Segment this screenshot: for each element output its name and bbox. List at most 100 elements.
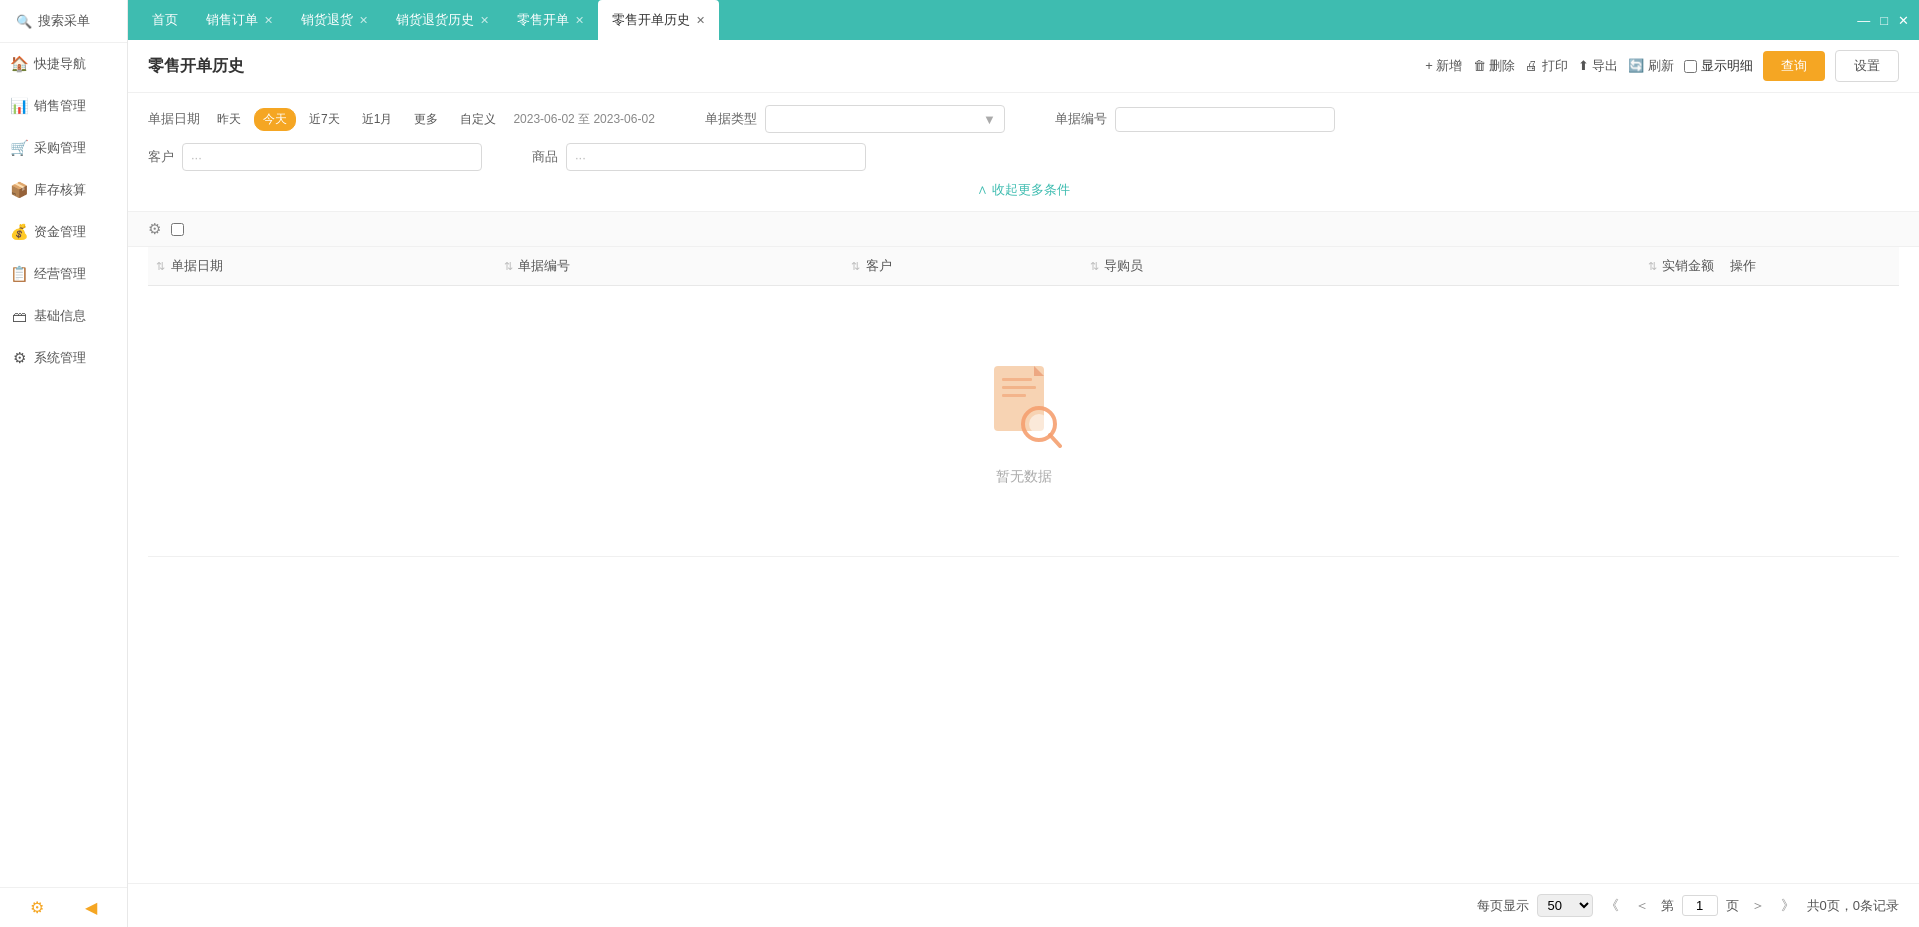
empty-state-cell: 暂无数据 — [148, 286, 1899, 557]
delete-button[interactable]: 🗑 删除 — [1473, 57, 1516, 75]
sidebar-search-label: 搜索采单 — [38, 12, 90, 30]
sort-icon-customer[interactable]: ⇅ — [851, 260, 860, 272]
refresh-button[interactable]: 🔄 刷新 — [1628, 57, 1674, 75]
sidebar-item-label-inventory: 库存核算 — [34, 181, 86, 199]
table-toolbar: ⚙ — [128, 212, 1919, 247]
tab-sales-return[interactable]: 销货退货 ✕ — [287, 0, 382, 40]
filter-type-item: 单据类型 ▼ — [705, 105, 1005, 133]
date-btn-today[interactable]: 今天 — [254, 108, 296, 131]
tab-sales-return-history-label: 销货退货历史 — [396, 11, 474, 29]
table-gear-icon[interactable]: ⚙ — [148, 220, 161, 238]
tab-sales-return-history[interactable]: 销货退货历史 ✕ — [382, 0, 503, 40]
sidebar-item-inventory[interactable]: 📦 库存核算 — [0, 169, 127, 211]
clipboard-icon: 📋 — [10, 265, 28, 283]
filter-customer-label: 客户 — [148, 148, 174, 166]
show-detail-checkbox[interactable] — [1684, 60, 1697, 73]
per-page-label: 每页显示 — [1477, 897, 1529, 915]
date-btn-last-month[interactable]: 近1月 — [353, 108, 402, 131]
sidebar-bottom: ⚙ ◀ — [0, 887, 127, 927]
sort-icon-salesperson[interactable]: ⇅ — [1090, 260, 1099, 272]
sidebar-item-label-finance: 资金管理 — [34, 223, 86, 241]
window-minimize-btn[interactable]: — — [1857, 13, 1870, 28]
prev-page-btn[interactable]: ＜ — [1631, 895, 1653, 917]
pagination: 每页显示 50 10 20 100 《 ＜ 第 页 ＞ 》 共0页，0条记录 — [128, 883, 1919, 927]
sidebar-item-base-info[interactable]: 🗃 基础信息 — [0, 295, 127, 337]
date-btn-last7[interactable]: 近7天 — [300, 108, 349, 131]
filter-date-btns: 昨天 今天 近7天 近1月 更多 自定义 — [208, 108, 505, 131]
sidebar-item-label-quick-nav: 快捷导航 — [34, 55, 86, 73]
tab-retail-open-history-label: 零售开单历史 — [612, 11, 690, 29]
filter-customer-item: 客户 ··· — [148, 143, 482, 171]
sort-icon-date[interactable]: ⇅ — [156, 260, 165, 272]
show-detail-label: 显示明细 — [1701, 57, 1753, 75]
tab-sales-order[interactable]: 销售订单 ✕ — [192, 0, 287, 40]
tab-home-label: 首页 — [152, 11, 178, 29]
page-title: 零售开单历史 — [148, 56, 244, 77]
last-page-btn[interactable]: 》 — [1777, 895, 1799, 917]
date-btn-more[interactable]: 更多 — [405, 108, 447, 131]
tab-home[interactable]: 首页 — [138, 0, 192, 40]
chart-icon: 📊 — [10, 97, 28, 115]
query-button[interactable]: 查询 — [1763, 51, 1825, 81]
print-button[interactable]: 🖨 打印 — [1525, 57, 1568, 75]
tab-sales-order-close[interactable]: ✕ — [264, 14, 273, 27]
content-area: 零售开单历史 + 新增 🗑 删除 🖨 打印 ⬆ 导出 🔄 刷新 显示明细 查询 … — [128, 40, 1919, 927]
show-detail-checkbox-label[interactable]: 显示明细 — [1684, 57, 1753, 75]
tab-sales-return-label: 销货退货 — [301, 11, 353, 29]
search-icon: 🔍 — [16, 14, 32, 29]
sidebar-item-system-mgmt[interactable]: ⚙ 系统管理 — [0, 337, 127, 379]
sidebar-item-operations[interactable]: 📋 经营管理 — [0, 253, 127, 295]
tab-retail-open-label: 零售开单 — [517, 11, 569, 29]
tab-retail-open-close[interactable]: ✕ — [575, 14, 584, 27]
sidebar-item-finance[interactable]: 💰 资金管理 — [0, 211, 127, 253]
sidebar-item-label-system: 系统管理 — [34, 349, 86, 367]
home-icon: 🏠 — [10, 55, 28, 73]
filter-area: 单据日期 昨天 今天 近7天 近1月 更多 自定义 2023-06-02 至 2… — [128, 93, 1919, 212]
sidebar-item-purchase-mgmt[interactable]: 🛒 采购管理 — [0, 127, 127, 169]
date-btn-yesterday[interactable]: 昨天 — [208, 108, 250, 131]
sort-icon-order-no[interactable]: ⇅ — [504, 260, 513, 272]
sidebar-search[interactable]: 🔍 搜索采单 — [0, 0, 127, 43]
tab-retail-open-history-close[interactable]: ✕ — [696, 14, 705, 27]
collapse-filter-btn[interactable]: ∧ 收起更多条件 — [977, 181, 1070, 199]
tab-bar-right: — □ ✕ — [1857, 13, 1909, 28]
tab-sales-return-close[interactable]: ✕ — [359, 14, 368, 27]
tab-retail-open-history[interactable]: 零售开单历史 ✕ — [598, 0, 719, 40]
sort-icon-amount[interactable]: ⇅ — [1648, 260, 1657, 272]
cart-icon: 🛒 — [10, 139, 28, 157]
collapse-sidebar-icon[interactable]: ◀ — [85, 898, 97, 917]
first-page-btn[interactable]: 《 — [1601, 895, 1623, 917]
sidebar: 🔍 搜索采单 🏠 快捷导航 📊 销售管理 🛒 采购管理 📦 库存核算 💰 资金管… — [0, 0, 128, 927]
page-input[interactable] — [1682, 895, 1718, 916]
col-action-label: 操作 — [1730, 258, 1756, 273]
tab-retail-open[interactable]: 零售开单 ✕ — [503, 0, 598, 40]
filter-order-num-item: 单据编号 — [1055, 107, 1335, 132]
filter-date-item: 单据日期 昨天 今天 近7天 近1月 更多 自定义 2023-06-02 至 2… — [148, 108, 655, 131]
filter-customer-select[interactable]: ··· — [182, 143, 482, 171]
filter-type-select[interactable]: ▼ — [765, 105, 1005, 133]
sidebar-item-quick-nav[interactable]: 🏠 快捷导航 — [0, 43, 127, 85]
tab-sales-return-history-close[interactable]: ✕ — [480, 14, 489, 27]
next-page-btn[interactable]: ＞ — [1747, 895, 1769, 917]
window-close-btn[interactable]: ✕ — [1898, 13, 1909, 28]
main-area: 首页 销售订单 ✕ 销货退货 ✕ 销货退货历史 ✕ 零售开单 ✕ 零售开单历史 … — [128, 0, 1919, 927]
sidebar-item-label-base: 基础信息 — [34, 307, 86, 325]
sidebar-item-sales-mgmt[interactable]: 📊 销售管理 — [0, 85, 127, 127]
export-button[interactable]: ⬆ 导出 — [1578, 57, 1619, 75]
date-btn-custom[interactable]: 自定义 — [451, 108, 505, 131]
filter-row-1: 单据日期 昨天 今天 近7天 近1月 更多 自定义 2023-06-02 至 2… — [148, 105, 1899, 133]
col-action: 操作 — [1722, 247, 1899, 286]
col-customer-label: 客户 — [866, 258, 892, 273]
svg-rect-2 — [1002, 386, 1036, 389]
window-maximize-btn[interactable]: □ — [1880, 13, 1888, 28]
tab-sales-order-label: 销售订单 — [206, 11, 258, 29]
settings-bottom-icon[interactable]: ⚙ — [30, 898, 44, 917]
select-all-checkbox[interactable] — [171, 223, 184, 236]
col-customer: ⇅ 客户 — [843, 247, 1081, 286]
filter-row-2: 客户 ··· 商品 ··· — [148, 143, 1899, 171]
settings-button[interactable]: 设置 — [1835, 50, 1899, 82]
filter-goods-select[interactable]: ··· — [566, 143, 866, 171]
add-button[interactable]: + 新增 — [1425, 57, 1462, 75]
per-page-select[interactable]: 50 10 20 100 — [1537, 894, 1593, 917]
filter-order-num-input[interactable] — [1115, 107, 1335, 132]
